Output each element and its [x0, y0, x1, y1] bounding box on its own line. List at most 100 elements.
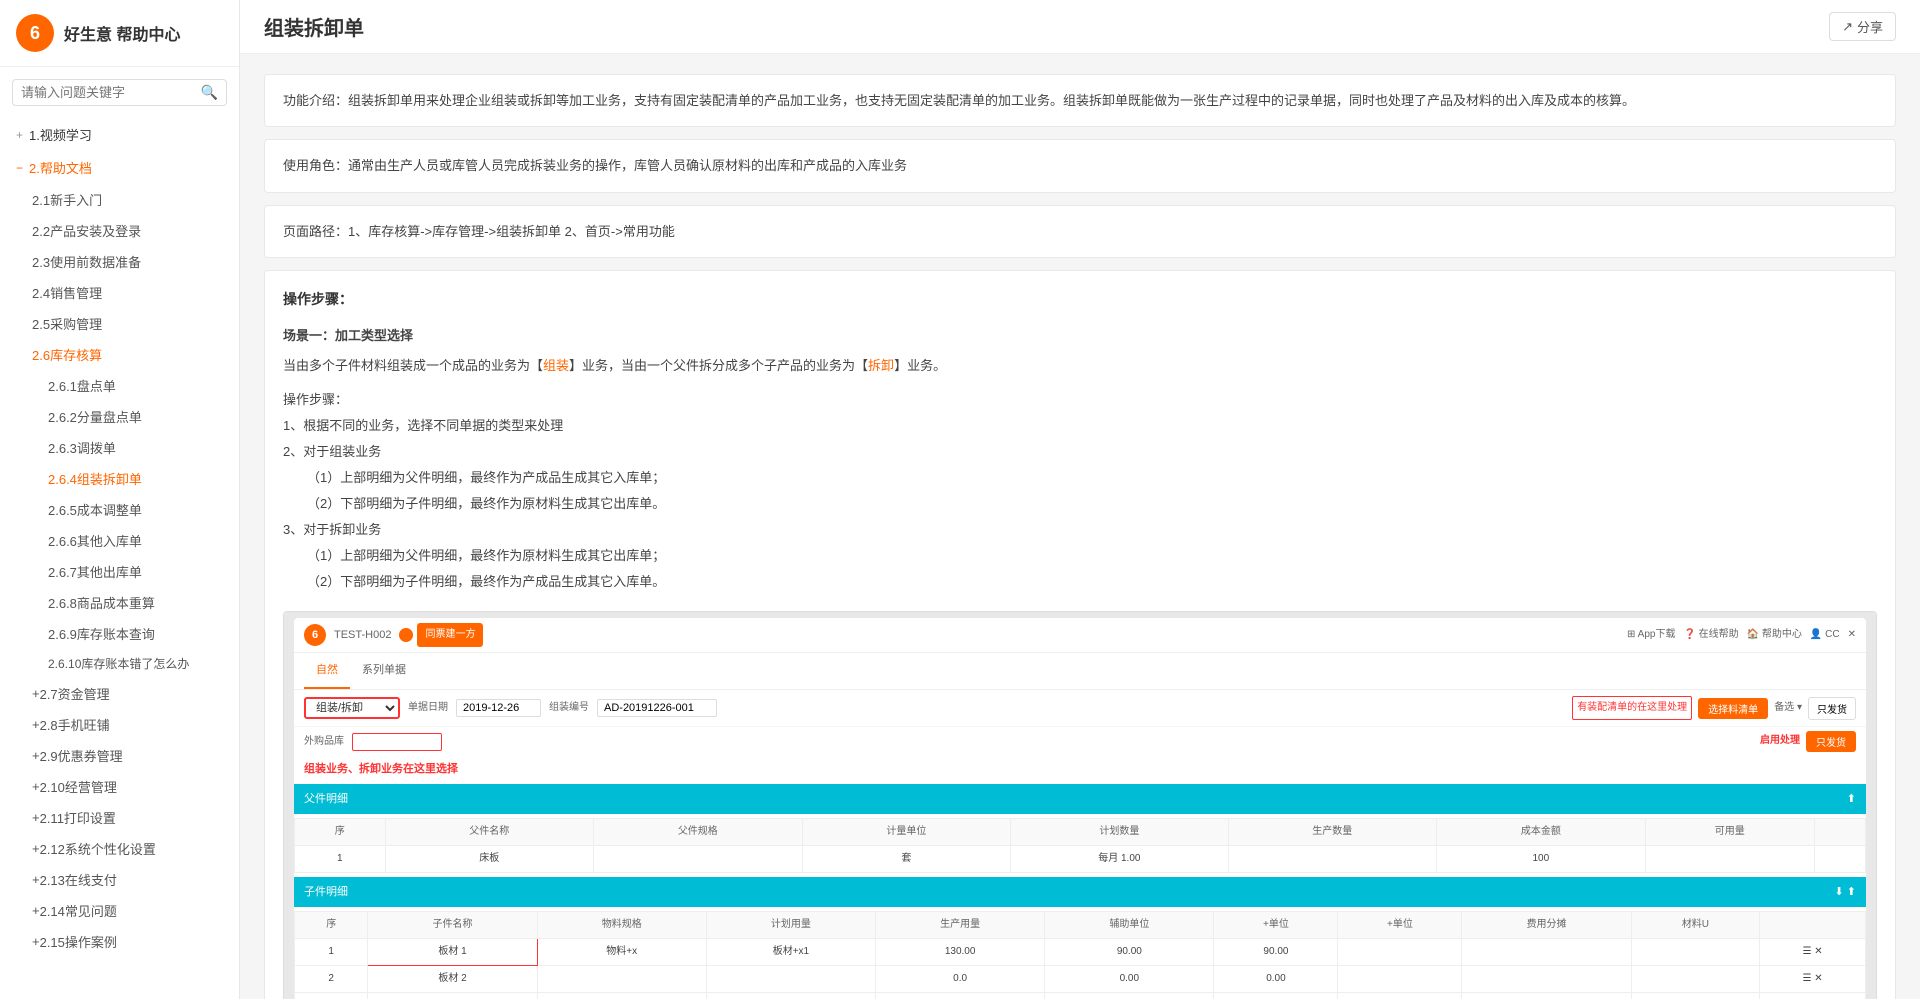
mock-select-bom-btn[interactable]: 选择料清单	[1698, 698, 1768, 719]
sidebar-item-cost-recalc[interactable]: 2.6.8商品成本重算	[0, 587, 239, 618]
sidebar-sub-label: 2.14常见问题	[40, 901, 117, 920]
cell-mu	[1631, 939, 1759, 966]
cell-spec2: 物料+x	[537, 939, 706, 966]
expand-icon-docs: −	[16, 161, 23, 175]
mock-upper-expand[interactable]: ⬆	[1847, 788, 1856, 810]
sidebar-item-stock-query[interactable]: 2.6.9库存账本查询	[0, 618, 239, 649]
mock-date-input[interactable]	[456, 699, 541, 717]
mock-orange-btn[interactable]: 同票建一方	[417, 623, 483, 647]
col-material-spec: 物料规格	[537, 912, 706, 939]
sidebar-item-sales[interactable]: 2.4销售管理	[0, 277, 239, 308]
col-seq2: 序	[295, 912, 368, 939]
col-plan-qty: 计划数量	[1011, 819, 1228, 846]
content-area: 功能介绍：组装拆卸单用来处理企业组装或拆卸等加工业务，支持有固定装配清单的产品加…	[240, 54, 1920, 999]
sidebar-item-stocktake[interactable]: 2.6.1盘点单	[0, 370, 239, 401]
mock-user-icon: 👤 CC	[1810, 625, 1840, 645]
sidebar-item-faq[interactable]: + 2.14常见问题	[0, 895, 239, 926]
cell-unit: 套	[802, 846, 1011, 873]
sidebar-item-coupon[interactable]: + 2.9优惠券管理	[0, 740, 239, 771]
col-parent-name: 父件名称	[385, 819, 594, 846]
cell-plan2: 板材+x1	[706, 939, 875, 966]
sidebar-item-other-in[interactable]: 2.6.6其他入库单	[0, 525, 239, 556]
search-icon[interactable]: 🔍	[201, 84, 218, 101]
step1: 1、根据不同的业务，选择不同单据的类型来处理	[283, 413, 1877, 439]
cell-seq: 1	[295, 939, 368, 966]
mock-tab-series[interactable]: 系列单据	[350, 653, 418, 689]
mock-close-icon[interactable]: ✕	[1848, 625, 1856, 645]
sidebar-item-print[interactable]: + 2.11打印设置	[0, 802, 239, 833]
sidebar-item-cost-adjust[interactable]: 2.6.5成本调整单	[0, 494, 239, 525]
mock-warehouse-label: 外购品库	[304, 732, 344, 752]
sidebar-item-other-out[interactable]: 2.6.7其他出库单	[0, 556, 239, 587]
mock-lower-section-label: 子件明细	[304, 881, 348, 903]
path-block: 页面路径：1、库存核算->库存管理->组装拆卸单 2、首页->常用功能	[264, 205, 1896, 258]
col-aux-unit: 辅助单位	[1045, 912, 1214, 939]
sidebar-item-label: 1.视频学习	[29, 125, 92, 144]
sidebar-item-install[interactable]: 2.2产品安装及登录	[0, 215, 239, 246]
mock-lower-section: 子件明细 ⬇ ⬆	[294, 877, 1866, 907]
col-child-name: 子件名称	[368, 912, 537, 939]
mock-order-label: 组装编号	[549, 698, 589, 718]
role-block: 使用角色：通常由生产人员或库管人员完成拆装业务的操作，库管人员确认原材料的出库和…	[264, 139, 1896, 192]
sidebar-sub-label: 2.15操作案例	[40, 932, 117, 951]
mock-logo: 6	[304, 624, 326, 646]
cell-plan: 每月 1.00	[1011, 846, 1228, 873]
mock-warehouse-input[interactable]	[352, 733, 442, 751]
expand-icon: +	[16, 128, 23, 142]
sidebar-item-cases[interactable]: + 2.15操作案例	[0, 926, 239, 957]
expand-icon: +	[32, 748, 40, 763]
sidebar-header: 6 好生意 帮助中心	[0, 0, 239, 67]
sidebar-item-payment[interactable]: + 2.13在线支付	[0, 864, 239, 895]
cell-alloc	[1462, 939, 1631, 966]
sidebar-item-docs[interactable]: − 2.帮助文档	[0, 151, 239, 184]
step3-1: （1）上部明细为父件明细，最终作为原材料生成其它出库单；	[283, 543, 1877, 569]
mock-order-input[interactable]	[597, 699, 717, 717]
mock-center-icon: 🏠 帮助中心	[1747, 625, 1802, 645]
mock-lower-table: 序 子件名称 物料规格 计划用量 生产用量 辅助单位 +单位 +单位 费用分摊	[294, 911, 1866, 999]
sidebar-item-finance[interactable]: + 2.7资金管理	[0, 678, 239, 709]
col-actions	[1814, 819, 1865, 846]
step3: 3、对于拆卸业务	[283, 517, 1877, 543]
sidebar-sub-label: 2.8手机旺铺	[40, 715, 110, 734]
sidebar-item-adjust[interactable]: 2.6.3调拨单	[0, 432, 239, 463]
cell-avail	[1645, 846, 1814, 873]
sidebar-item-data-prep[interactable]: 2.3使用前数据准备	[0, 246, 239, 277]
share-button[interactable]: ↗ 分享	[1829, 12, 1896, 41]
cell-prod	[1228, 846, 1437, 873]
expand-icon: +	[32, 872, 40, 887]
mock-type-selector-wrapper: 组装/拆卸	[304, 697, 400, 719]
mock-lower-expand[interactable]: ⬇ ⬆	[1835, 881, 1857, 903]
sidebar-sub-label: 2.9优惠券管理	[40, 746, 123, 765]
mock-tab-natural[interactable]: 自然	[304, 653, 350, 689]
sidebar-item-newcomer[interactable]: 2.1新手入门	[0, 184, 239, 215]
col-parent-spec: 父件规格	[594, 819, 803, 846]
cell-u5: 90.00	[1214, 939, 1338, 966]
mock-lower-table-wrapper: 序 子件名称 物料规格 计划用量 生产用量 辅助单位 +单位 +单位 费用分摊	[294, 907, 1866, 999]
sidebar-sub-label: 2.10经营管理	[40, 777, 117, 796]
search-input[interactable]	[21, 85, 201, 100]
sidebar-item-assembly[interactable]: 2.6.4组装拆卸单	[0, 463, 239, 494]
cell-u52: 0.00	[1214, 966, 1338, 993]
sidebar-item-split-stocktake[interactable]: 2.6.2分量盘点单	[0, 401, 239, 432]
sidebar-subsub-label: 2.6.2分量盘点单	[48, 407, 142, 426]
sidebar-item-custom[interactable]: + 2.12系统个性化设置	[0, 833, 239, 864]
col-prod-usage: 生产用量	[876, 912, 1045, 939]
step2-2: （2）下部明细为子件明细，最终作为原材料生成其它出库单。	[283, 491, 1877, 517]
mock-type-annotation: 组装业务、拆卸业务在这里选择	[304, 758, 458, 780]
mock-apply-btn[interactable]: 只发货	[1806, 731, 1856, 752]
sidebar-subsub-label: 2.6.9库存账本查询	[48, 624, 155, 643]
sidebar-item-account-err[interactable]: 2.6.10库存账本错了怎么办	[0, 649, 239, 678]
sidebar-item-purchase[interactable]: 2.5采购管理	[0, 308, 239, 339]
expand-icon: +	[32, 810, 40, 825]
sidebar-item-videos[interactable]: + 1.视频学习	[0, 118, 239, 151]
sidebar-item-inventory[interactable]: 2.6库存核算	[0, 339, 239, 370]
search-box[interactable]: 🔍	[12, 79, 227, 106]
mock-type-select[interactable]: 组装/拆卸	[304, 697, 400, 719]
sidebar-item-mobile[interactable]: + 2.8手机旺铺	[0, 709, 239, 740]
mock-options: 备选 ▾	[1774, 698, 1802, 718]
mock-confirm-btn[interactable]: 只发货	[1808, 697, 1856, 720]
sidebar-item-ops[interactable]: + 2.10经营管理	[0, 771, 239, 802]
cell-seq: 1	[295, 846, 386, 873]
col-unit6: +单位	[1338, 912, 1462, 939]
sidebar-sub-label: 2.3使用前数据准备	[32, 252, 141, 271]
